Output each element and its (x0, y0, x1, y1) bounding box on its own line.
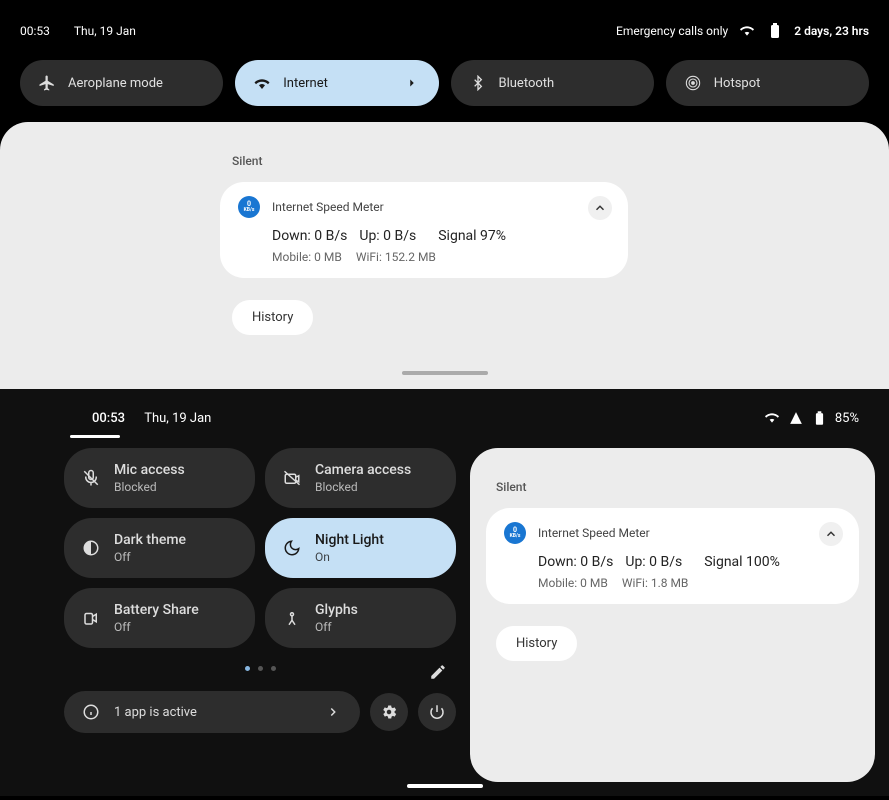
wifi-icon (253, 74, 271, 92)
battery-pct: 85% (835, 411, 859, 426)
wifi-data: WiFi: 152.2 MB (356, 250, 436, 264)
up-speed: Up: 0 B/s (359, 228, 416, 244)
signal-icon (787, 409, 805, 427)
history-button[interactable]: History (496, 626, 577, 661)
qs-tile-dark-theme[interactable]: Dark theme Off (64, 518, 255, 578)
active-apps-label: 1 app is active (114, 705, 197, 720)
dark-theme-icon (82, 539, 100, 557)
airplane-icon (38, 74, 56, 92)
emergency-text: Emergency calls only (616, 24, 728, 38)
collapse-button[interactable] (819, 522, 843, 546)
tile-title: Night Light (315, 532, 384, 548)
status-date-2: Thu, 19 Jan (144, 411, 211, 426)
tile-title: Mic access (114, 462, 185, 478)
night-light-icon (283, 539, 301, 557)
page-dot[interactable] (271, 666, 276, 671)
tile-title: Glyphs (315, 602, 358, 618)
qs-tile-night-light[interactable]: Night Light On (265, 518, 456, 578)
battery-icon (766, 22, 784, 40)
qs-tile-battery-share[interactable]: Battery Share Off (64, 588, 255, 648)
nav-handle[interactable] (407, 784, 483, 788)
signal-strength: Signal 97% (438, 228, 506, 244)
wifi-icon (738, 22, 756, 40)
qs-tile-camera[interactable]: Camera access Blocked (265, 448, 456, 508)
settings-button[interactable] (370, 693, 408, 731)
tile-sub: Off (114, 620, 199, 634)
status-time: 00:53 (20, 24, 50, 38)
history-button[interactable]: History (232, 300, 313, 335)
active-apps-button[interactable]: 1 app is active (64, 691, 360, 733)
qs-label: Bluetooth (499, 76, 555, 91)
down-speed: Down: 0 B/s (272, 228, 347, 244)
status-date: Thu, 19 Jan (74, 24, 136, 38)
down-speed: Down: 0 B/s (538, 554, 613, 570)
power-button[interactable] (418, 693, 456, 731)
chevron-right-icon (403, 74, 421, 92)
chevron-right-icon (324, 703, 342, 721)
mic-off-icon (82, 469, 100, 487)
page-dot[interactable] (258, 666, 263, 671)
hotspot-icon (684, 74, 702, 92)
tile-title: Dark theme (114, 532, 186, 548)
battery-text: 2 days, 23 hrs (794, 24, 869, 38)
notification-app-name: Internet Speed Meter (272, 200, 384, 214)
glyphs-icon (283, 609, 301, 627)
battery-share-icon (82, 609, 100, 627)
tile-sub: Blocked (114, 480, 185, 494)
qs-label: Internet (283, 76, 328, 91)
notification-shade-2: Silent 0 KB/s Internet Speed Meter Down:… (470, 448, 875, 782)
tile-title: Battery Share (114, 602, 199, 618)
tile-sub: Off (114, 550, 186, 564)
signal-strength: Signal 100% (704, 554, 780, 570)
app-icon: 0 KB/s (504, 522, 526, 544)
qs-tile-internet[interactable]: Internet (235, 60, 438, 106)
tile-title: Camera access (315, 462, 411, 478)
section-label-silent: Silent (0, 142, 889, 182)
qs-label: Aeroplane mode (68, 76, 163, 91)
qs-tile-bluetooth[interactable]: Bluetooth (451, 60, 654, 106)
qs-tile-hotspot[interactable]: Hotspot (666, 60, 869, 106)
qs-tile-glyphs[interactable]: Glyphs Off (265, 588, 456, 648)
quick-settings-row: Aeroplane mode Internet Bluetooth Hotspo… (0, 52, 889, 122)
tile-sub: Off (315, 620, 358, 634)
tile-sub: On (315, 550, 384, 564)
qs-tile-mic[interactable]: Mic access Blocked (64, 448, 255, 508)
qs-tile-aeroplane[interactable]: Aeroplane mode (20, 60, 223, 106)
up-speed: Up: 0 B/s (625, 554, 682, 570)
bluetooth-icon (469, 74, 487, 92)
notification-card[interactable]: 0 KB/s Internet Speed Meter Down: 0 B/s … (220, 182, 628, 278)
qs-label: Hotspot (714, 76, 761, 91)
camera-off-icon (283, 469, 301, 487)
app-icon: 0 KB/s (238, 196, 260, 218)
wifi-data: WiFi: 1.8 MB (622, 576, 689, 590)
tile-sub: Blocked (315, 480, 411, 494)
drag-handle[interactable] (402, 371, 488, 375)
mobile-data: Mobile: 0 MB (538, 576, 608, 590)
section-label-silent: Silent (470, 468, 875, 508)
time-underline (70, 435, 120, 438)
page-indicator (14, 648, 456, 681)
quick-settings-grid: Mic access Blocked Camera access Blocked D… (14, 448, 456, 648)
notification-shade: Silent 0 KB/s Internet Speed Meter Down:… (0, 122, 889, 389)
collapse-button[interactable] (588, 196, 612, 220)
wifi-icon (763, 409, 781, 427)
battery-icon (811, 409, 829, 427)
page-dot[interactable] (245, 666, 250, 671)
notification-card[interactable]: 0 KB/s Internet Speed Meter Down: 0 B/s … (486, 508, 859, 604)
status-time-2: 00:53 (92, 411, 125, 426)
edit-tiles-button[interactable] (424, 658, 452, 686)
mobile-data: Mobile: 0 MB (272, 250, 342, 264)
info-icon (82, 703, 100, 721)
notification-app-name: Internet Speed Meter (538, 526, 650, 540)
